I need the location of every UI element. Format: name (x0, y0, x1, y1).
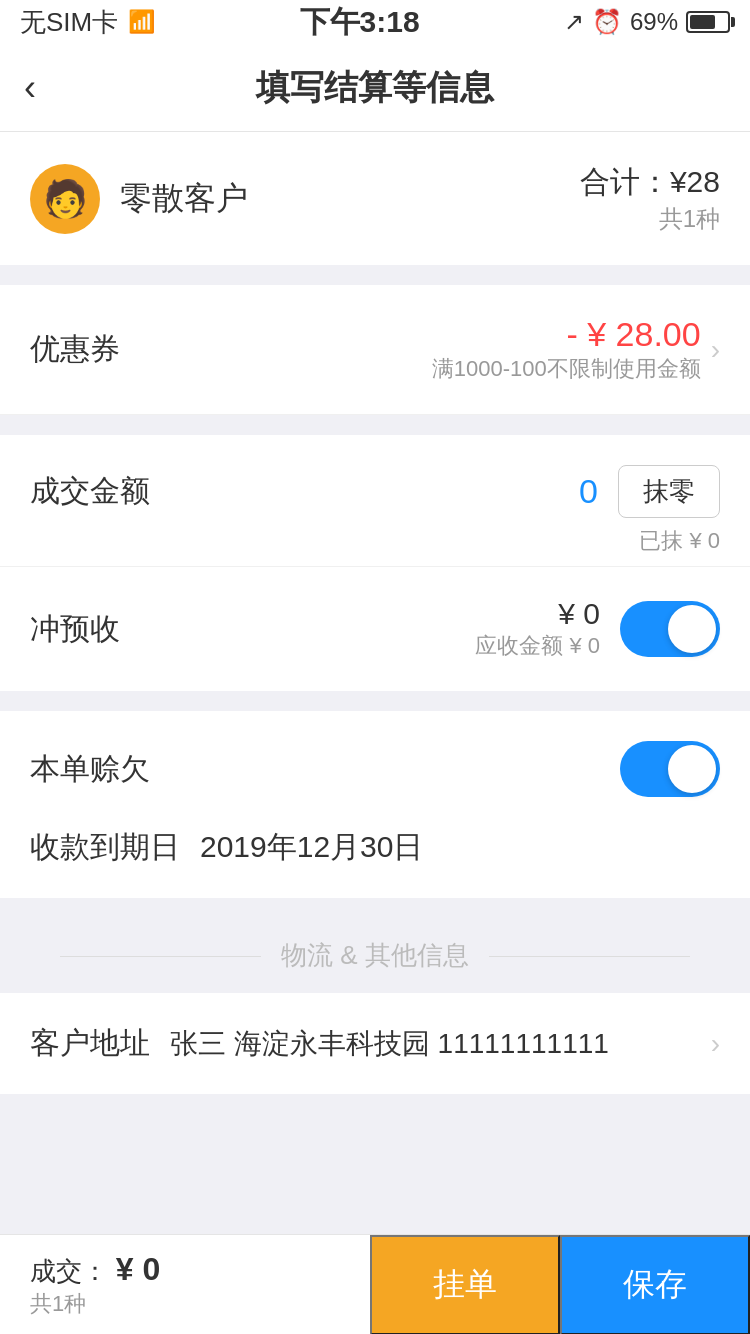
customer-left: 🧑 零散客户 (30, 164, 248, 234)
prepay-sub: 应收金额 ¥ 0 (475, 631, 600, 661)
address-value: 张三 海淀永丰科技园 11111111111 (150, 1025, 711, 1063)
bottom-deal-count: 共1种 (30, 1289, 340, 1319)
location-icon: ↗ (564, 8, 584, 36)
prepay-label: 冲预收 (30, 609, 120, 650)
debt-label: 本单赊欠 (30, 749, 150, 790)
address-chevron-icon: › (711, 1028, 720, 1060)
customer-right: 合计：¥28 共1种 (580, 162, 720, 235)
battery-icon (686, 11, 730, 33)
bottom-bar: 成交： ¥ 0 共1种 挂单 保存 (0, 1234, 750, 1334)
deal-amount-sub: 已抹 ¥ 0 (30, 526, 720, 556)
prepay-right: ¥ 0 应收金额 ¥ 0 (475, 597, 720, 661)
address-label: 客户地址 (30, 1023, 150, 1064)
debt-toggle[interactable] (620, 741, 720, 797)
deal-amount-row: 成交金额 0 抹零 (30, 465, 720, 518)
coupon-amount: - ¥ 28.00 (432, 315, 701, 354)
coupon-description: 满1000-100不限制使用金额 (432, 354, 701, 384)
avatar-icon: 🧑 (43, 178, 88, 220)
address-section[interactable]: 客户地址 张三 海淀永丰科技园 11111111111 › (0, 993, 750, 1094)
deal-amount-value: 0 (538, 472, 598, 511)
bottom-deal-amount: ¥ 0 (116, 1251, 160, 1287)
address-row[interactable]: 客户地址 张三 海淀永丰科技园 11111111111 › (0, 993, 750, 1094)
coupon-label: 优惠券 (30, 329, 150, 370)
due-date-value: 2019年12月30日 (200, 827, 423, 868)
logistics-label: 物流 & 其他信息 (261, 940, 489, 970)
due-date-label: 收款到期日 (30, 827, 180, 868)
coupon-content: - ¥ 28.00 满1000-100不限制使用金额 (432, 315, 701, 384)
coupon-row[interactable]: 优惠券 - ¥ 28.00 满1000-100不限制使用金额 › (0, 285, 750, 415)
debt-row: 本单赊欠 (0, 711, 750, 827)
bottom-deal-label: 成交： (30, 1256, 108, 1286)
prepay-amount: ¥ 0 (475, 597, 600, 631)
bottom-deal-row: 成交： ¥ 0 (30, 1251, 340, 1289)
wifi-icon: 📶 (128, 9, 155, 35)
status-left: 无SIM卡 📶 (20, 5, 155, 40)
alarm-icon: ⏰ (592, 8, 622, 36)
prepay-values: ¥ 0 应收金额 ¥ 0 (475, 597, 600, 661)
battery-label: 69% (630, 8, 678, 36)
logistics-divider: 物流 & 其他信息 (0, 918, 750, 993)
total-count: 共1种 (580, 203, 720, 235)
page-title: 填写结算等信息 (256, 65, 494, 111)
status-bar: 无SIM卡 📶 下午3:18 ↗ ⏰ 69% (0, 0, 750, 44)
customer-section: 🧑 零散客户 合计：¥28 共1种 (0, 132, 750, 265)
deal-amount-right: 0 抹零 (538, 465, 720, 518)
avatar: 🧑 (30, 164, 100, 234)
status-right: ↗ ⏰ 69% (564, 8, 730, 36)
toggle-thumb (668, 605, 716, 653)
nav-bar: ‹ 填写结算等信息 (0, 44, 750, 132)
coupon-right: - ¥ 28.00 满1000-100不限制使用金额 › (432, 315, 720, 384)
prepay-toggle[interactable] (620, 601, 720, 657)
round-zero-button[interactable]: 抹零 (618, 465, 720, 518)
status-time: 下午3:18 (300, 2, 420, 43)
customer-name: 零散客户 (120, 177, 248, 221)
carrier-label: 无SIM卡 (20, 5, 118, 40)
save-button[interactable]: 保存 (560, 1235, 750, 1335)
bottom-info: 成交： ¥ 0 共1种 (0, 1251, 370, 1319)
coupon-section[interactable]: 优惠券 - ¥ 28.00 满1000-100不限制使用金额 › (0, 285, 750, 415)
hang-button[interactable]: 挂单 (370, 1235, 560, 1335)
prepay-row: 冲预收 ¥ 0 应收金额 ¥ 0 (0, 566, 750, 691)
deal-amount-section: 成交金额 0 抹零 已抹 ¥ 0 (0, 435, 750, 566)
bottom-spacer (0, 1114, 750, 1234)
deal-amount-label: 成交金额 (30, 471, 150, 512)
chevron-icon: › (711, 334, 720, 366)
amount-section: 成交金额 0 抹零 已抹 ¥ 0 冲预收 ¥ 0 应收金额 ¥ 0 (0, 435, 750, 691)
total-amount: 合计：¥28 (580, 162, 720, 203)
debt-toggle-thumb (668, 745, 716, 793)
back-button[interactable]: ‹ (24, 67, 36, 109)
battery-fill (690, 15, 715, 29)
debt-section: 本单赊欠 收款到期日 2019年12月30日 (0, 711, 750, 898)
due-date-row: 收款到期日 2019年12月30日 (0, 827, 750, 898)
